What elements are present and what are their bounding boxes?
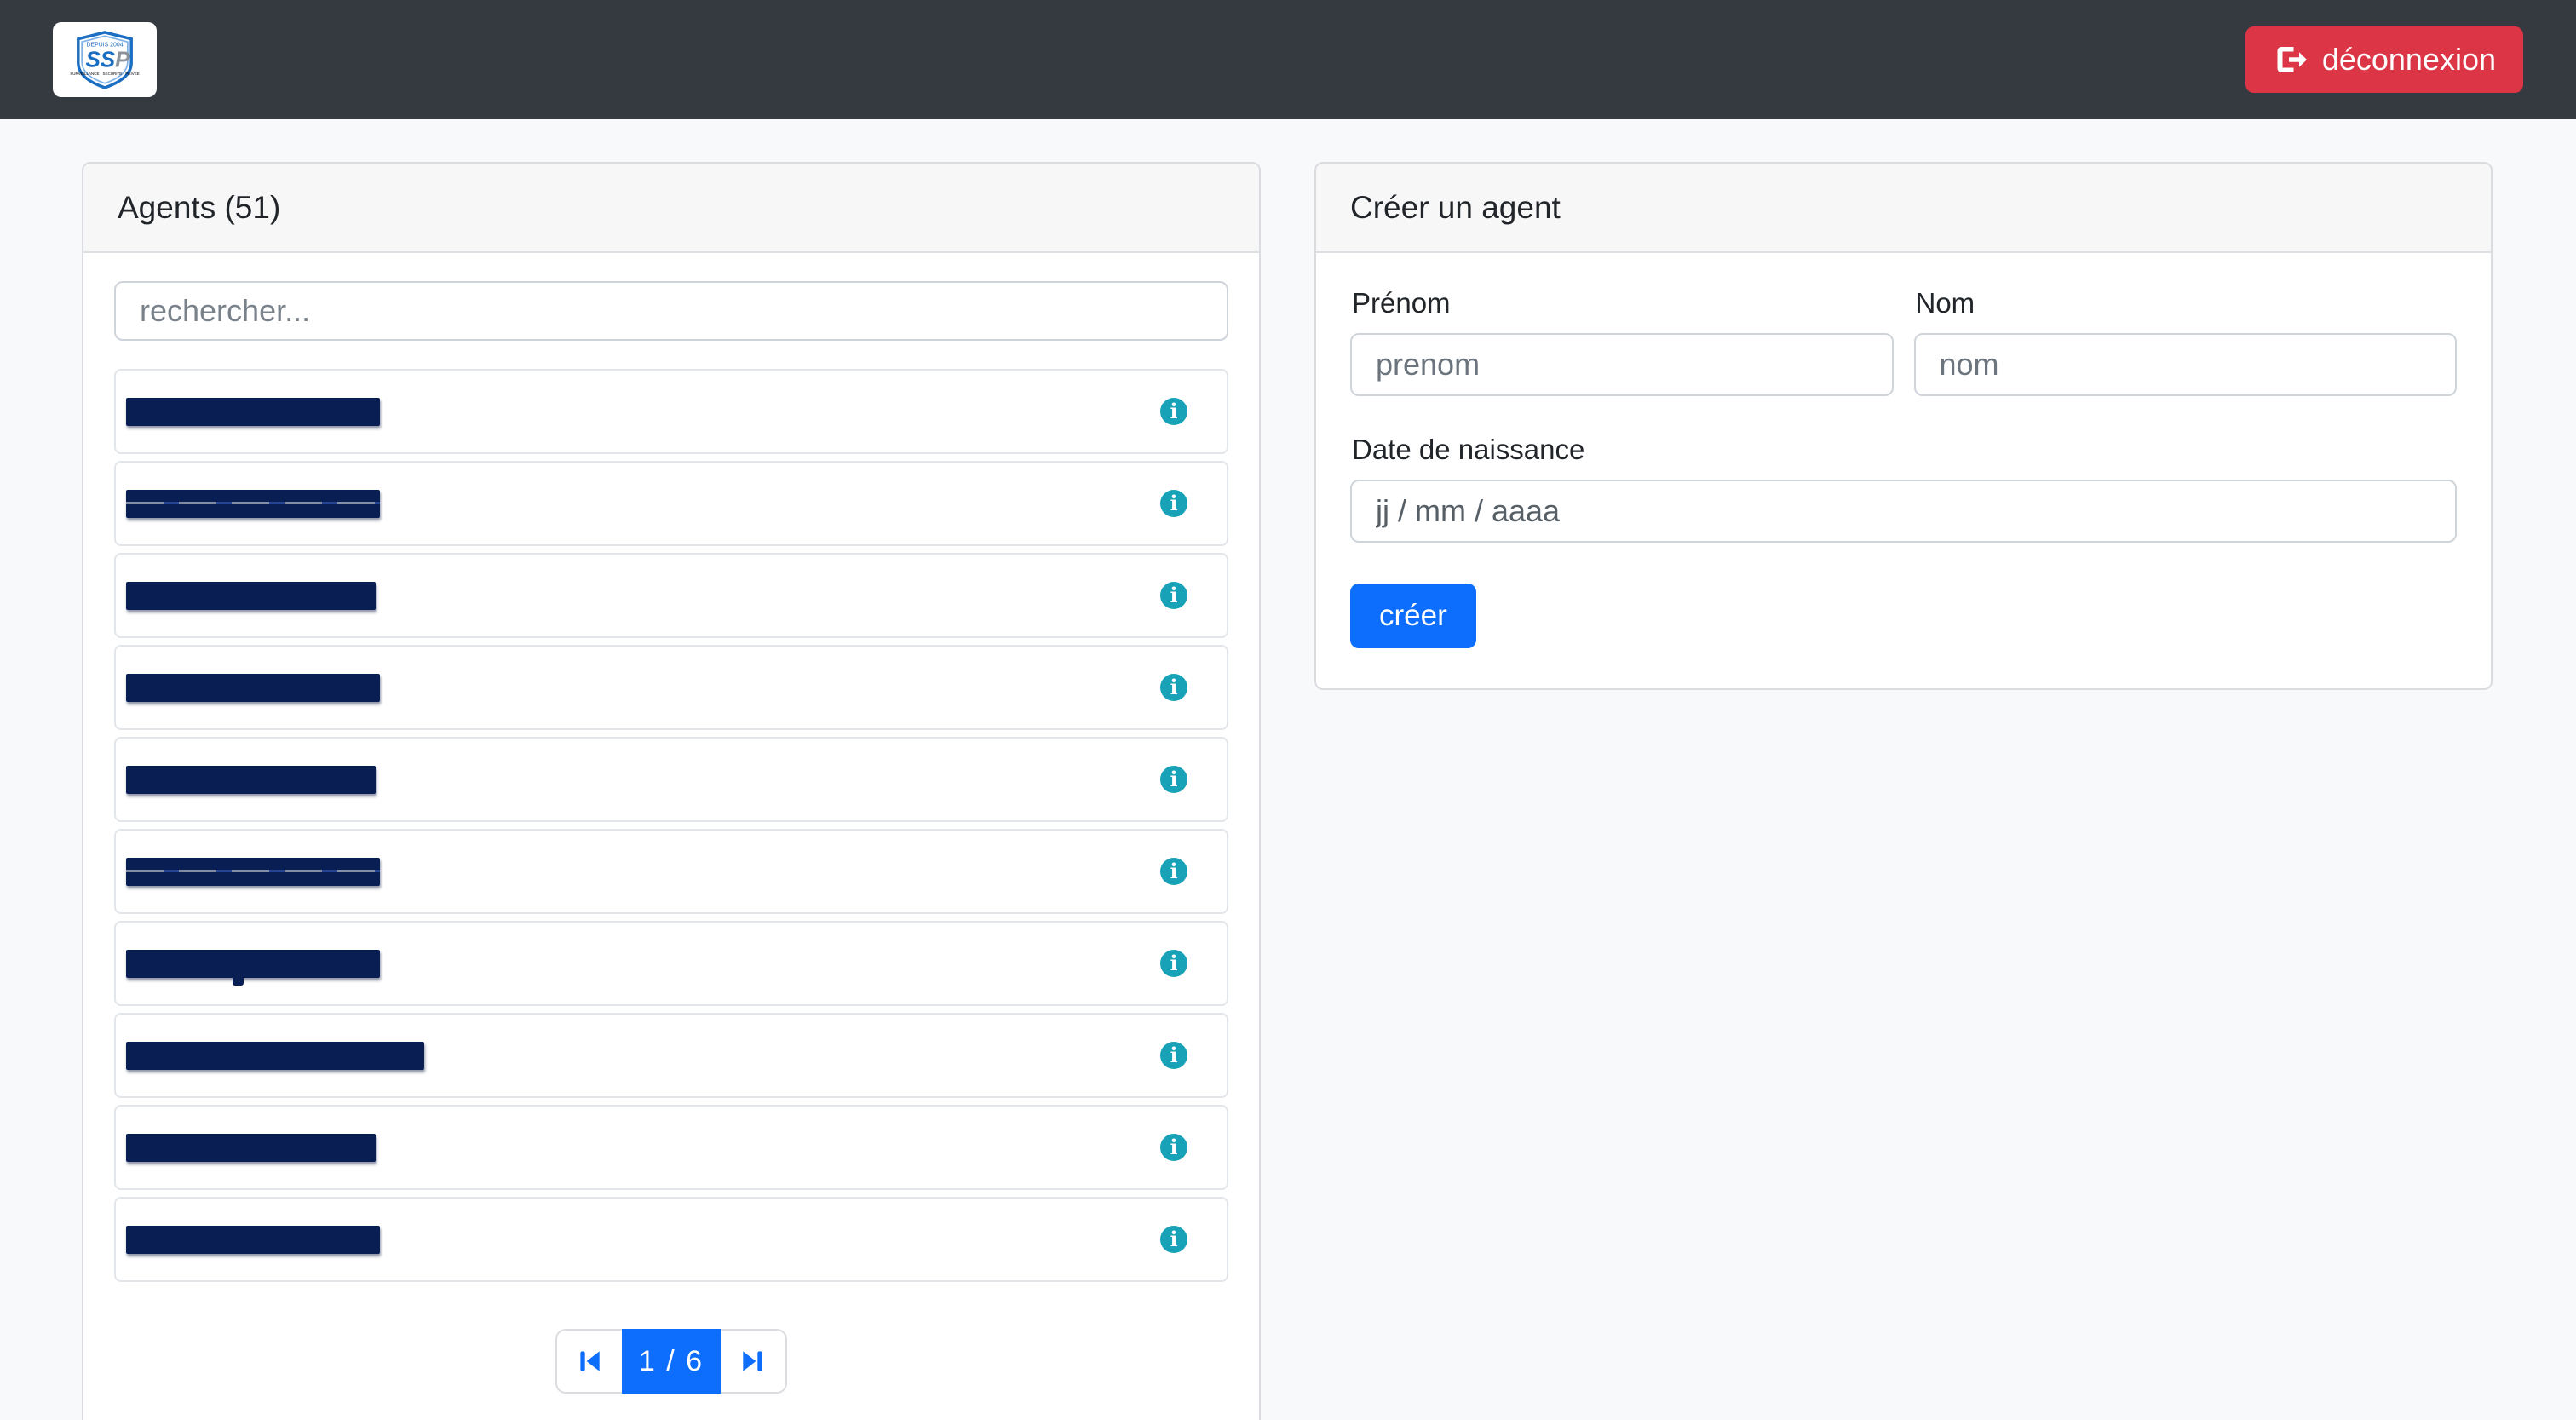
redacted-name-bar (126, 1225, 380, 1254)
skip-to-start-icon (580, 1351, 600, 1371)
agent-list-item: i (114, 553, 1228, 638)
redacted-name-bar (126, 397, 380, 426)
info-icon[interactable]: i (1160, 398, 1187, 425)
info-icon[interactable]: i (1160, 1042, 1187, 1069)
first-name-input[interactable] (1350, 333, 1894, 396)
svg-text:SURVEILLANCE · SECURITE · PRIV: SURVEILLANCE · SECURITE · PRIVEE (70, 72, 139, 76)
agent-list-item: i (114, 461, 1228, 546)
last-name-label: Nom (1915, 287, 1975, 319)
create-agent-form: Prénom Nom Date de naissance créer (1316, 253, 2491, 648)
redacted-name-bar (126, 581, 376, 610)
info-icon[interactable]: i (1160, 950, 1187, 977)
logout-button[interactable]: déconnexion (2245, 26, 2523, 93)
pagination-group: 1 / 6 (555, 1329, 787, 1394)
svg-text:SS: SS (85, 47, 115, 72)
page: { "navbar": { "logo": { "text_blue": "SS… (0, 0, 2576, 1420)
logout-label: déconnexion (2321, 42, 2496, 77)
birth-date-label: Date de naissance (1352, 434, 1585, 465)
create-agent-button[interactable]: créer (1350, 584, 1476, 648)
agent-list-item: i (114, 369, 1228, 454)
redacted-name-bar (126, 1133, 376, 1162)
redacted-name-bar (126, 949, 380, 986)
page-indicator: 1 / 6 (622, 1329, 721, 1394)
agents-panel-title: Agents (51) (118, 189, 281, 225)
redacted-name-bar (126, 857, 380, 886)
main-content: Agents (51) i i i (0, 119, 2576, 1420)
info-icon[interactable]: i (1160, 858, 1187, 885)
first-name-field-group: Prénom (1350, 287, 1894, 396)
logout-icon (2277, 47, 2307, 72)
birth-date-input[interactable] (1350, 480, 2457, 543)
birth-date-field-group: Date de naissance (1350, 434, 2457, 543)
agent-list-item: i (114, 829, 1228, 914)
search-input[interactable] (114, 281, 1228, 341)
agents-list: i i i i i i i i i i (114, 369, 1228, 1282)
agent-list-item: i (114, 921, 1228, 1006)
redacted-name-bar (126, 1041, 424, 1070)
info-icon[interactable]: i (1160, 582, 1187, 609)
redacted-name-bar (126, 489, 380, 518)
first-name-label: Prénom (1352, 287, 1451, 319)
ssp-shield-logo-icon: DEPUIS 2004 SS P SURVEILLANCE · SECURITE… (70, 31, 140, 89)
redacted-name-bar (126, 765, 376, 794)
first-page-button[interactable] (555, 1329, 622, 1394)
pagination: 1 / 6 (114, 1329, 1228, 1394)
redacted-name-bar (126, 673, 380, 702)
agent-list-item: i (114, 737, 1228, 822)
create-agent-panel-title: Créer un agent (1350, 189, 1561, 225)
info-icon[interactable]: i (1160, 674, 1187, 701)
agent-list-item: i (114, 645, 1228, 730)
info-icon[interactable]: i (1160, 490, 1187, 517)
agent-list-item: i (114, 1013, 1228, 1098)
skip-to-end-icon (743, 1351, 762, 1371)
create-agent-panel-header: Créer un agent (1316, 164, 2491, 253)
last-name-input[interactable] (1913, 333, 2457, 396)
last-name-field-group: Nom (1913, 287, 2457, 396)
navbar: DEPUIS 2004 SS P SURVEILLANCE · SECURITE… (0, 0, 2576, 119)
agent-list-item: i (114, 1105, 1228, 1190)
name-fields-row: Prénom Nom (1350, 287, 2457, 396)
agents-panel: Agents (51) i i i (82, 162, 1261, 1420)
info-icon[interactable]: i (1160, 1134, 1187, 1161)
agent-list-item: i (114, 1197, 1228, 1282)
agents-panel-header: Agents (51) (83, 164, 1259, 253)
agents-panel-body: i i i i i (83, 253, 1259, 1420)
create-agent-panel: Créer un agent Prénom Nom Date de naissa… (1314, 162, 2493, 690)
svg-text:P: P (115, 47, 130, 72)
brand-logo[interactable]: DEPUIS 2004 SS P SURVEILLANCE · SECURITE… (53, 22, 157, 97)
info-icon[interactable]: i (1160, 1226, 1187, 1253)
last-page-button[interactable] (721, 1329, 787, 1394)
info-icon[interactable]: i (1160, 766, 1187, 793)
